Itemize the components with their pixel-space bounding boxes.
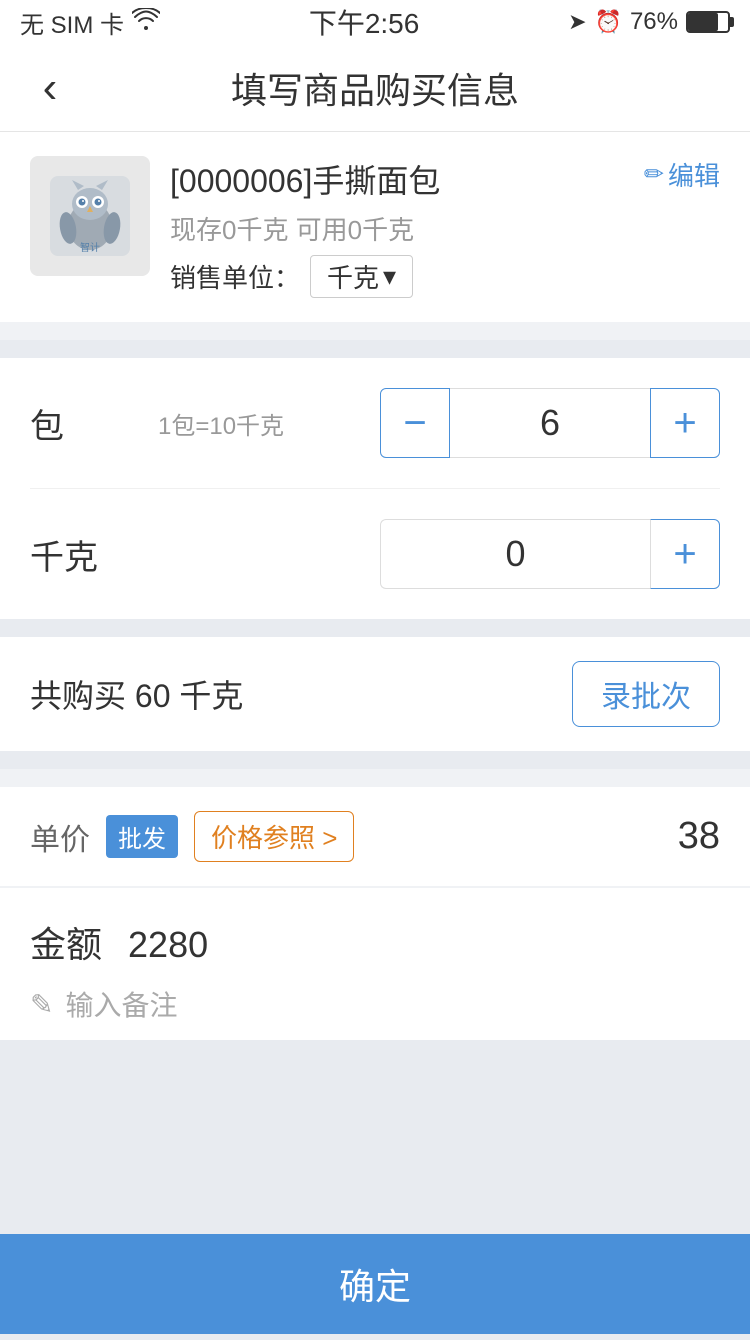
bao-label: 包 (30, 399, 150, 448)
back-button[interactable]: ‹ (20, 58, 80, 118)
kg-input-row: 千克 + (30, 489, 720, 619)
bao-hint: 1包=10千克 (158, 406, 380, 441)
page-title: 填写商品购买信息 (231, 62, 519, 114)
amount-label: 金额 (30, 924, 102, 965)
svg-text:智计: 智计 (80, 241, 100, 254)
bao-controls: − + (380, 388, 720, 458)
bao-input[interactable] (450, 388, 650, 458)
divider-1 (0, 340, 750, 358)
location-icon: ➤ (568, 9, 586, 35)
product-info: [0000006]手撕面包 现存0千克 可用0千克 销售单位： 千克 ▾ (170, 156, 624, 298)
wifi-icon (132, 8, 160, 37)
unit-selector[interactable]: 千克 ▾ (310, 255, 413, 298)
status-bar: 无 SIM 卡 下午2:56 ➤ ⏰ 76% (0, 0, 750, 44)
status-time: 下午2:56 (309, 2, 420, 42)
price-section: 单价 批发 价格参照 > 38 (0, 787, 750, 886)
edit-icon: ✏ (644, 160, 664, 189)
product-image: 智计 (30, 156, 150, 276)
amount-section: 金额 2280 ✎ 输入备注 (0, 888, 750, 1040)
product-section: 智计 [0000006]手撕面包 现存0千克 可用0千克 销售单位： 千克 ▾ … (0, 132, 750, 322)
bao-plus-button[interactable]: + (650, 388, 720, 458)
battery-percent: 76% (630, 8, 678, 36)
kg-controls: + (380, 519, 720, 589)
chevron-down-icon: ▾ (383, 261, 396, 292)
product-name: [0000006]手撕面包 (170, 156, 624, 202)
status-left: 无 SIM 卡 (20, 5, 160, 40)
nav-bar: ‹ 填写商品购买信息 (0, 44, 750, 132)
amount-row: 金额 2280 (30, 916, 720, 968)
amount-value: 2280 (128, 924, 208, 965)
summary-section: 共购买 60 千克 录批次 (0, 637, 750, 751)
divider-2 (0, 619, 750, 637)
kg-plus-button[interactable]: + (650, 519, 720, 589)
price-value: 38 (678, 815, 720, 858)
input-section: 包 1包=10千克 − + 千克 + (0, 358, 750, 619)
battery-icon (686, 11, 730, 33)
remark-placeholder: 输入备注 (65, 984, 177, 1024)
pencil-icon: ✎ (30, 988, 53, 1021)
edit-button[interactable]: ✏ 编辑 (644, 156, 720, 193)
bao-minus-button[interactable]: − (380, 388, 450, 458)
carrier-text: 无 SIM 卡 (20, 5, 124, 40)
bao-input-row: 包 1包=10千克 − + (30, 358, 720, 489)
alarm-icon: ⏰ (595, 9, 622, 35)
summary-text: 共购买 60 千克 (30, 671, 243, 717)
remark-row[interactable]: ✎ 输入备注 (30, 984, 720, 1024)
product-stock: 现存0千克 可用0千克 (170, 210, 624, 247)
price-ref-button[interactable]: 价格参照 > (194, 811, 354, 862)
confirm-button[interactable]: 确定 (0, 1234, 750, 1334)
product-unit: 销售单位： 千克 ▾ (170, 255, 624, 298)
divider-3 (0, 751, 750, 769)
kg-label: 千克 (30, 530, 150, 579)
price-label: 单价 (30, 815, 90, 859)
kg-input[interactable] (380, 519, 650, 589)
batch-button[interactable]: 录批次 (572, 661, 720, 727)
status-right: ➤ ⏰ 76% (568, 8, 730, 36)
price-type-tag: 批发 (106, 815, 178, 858)
